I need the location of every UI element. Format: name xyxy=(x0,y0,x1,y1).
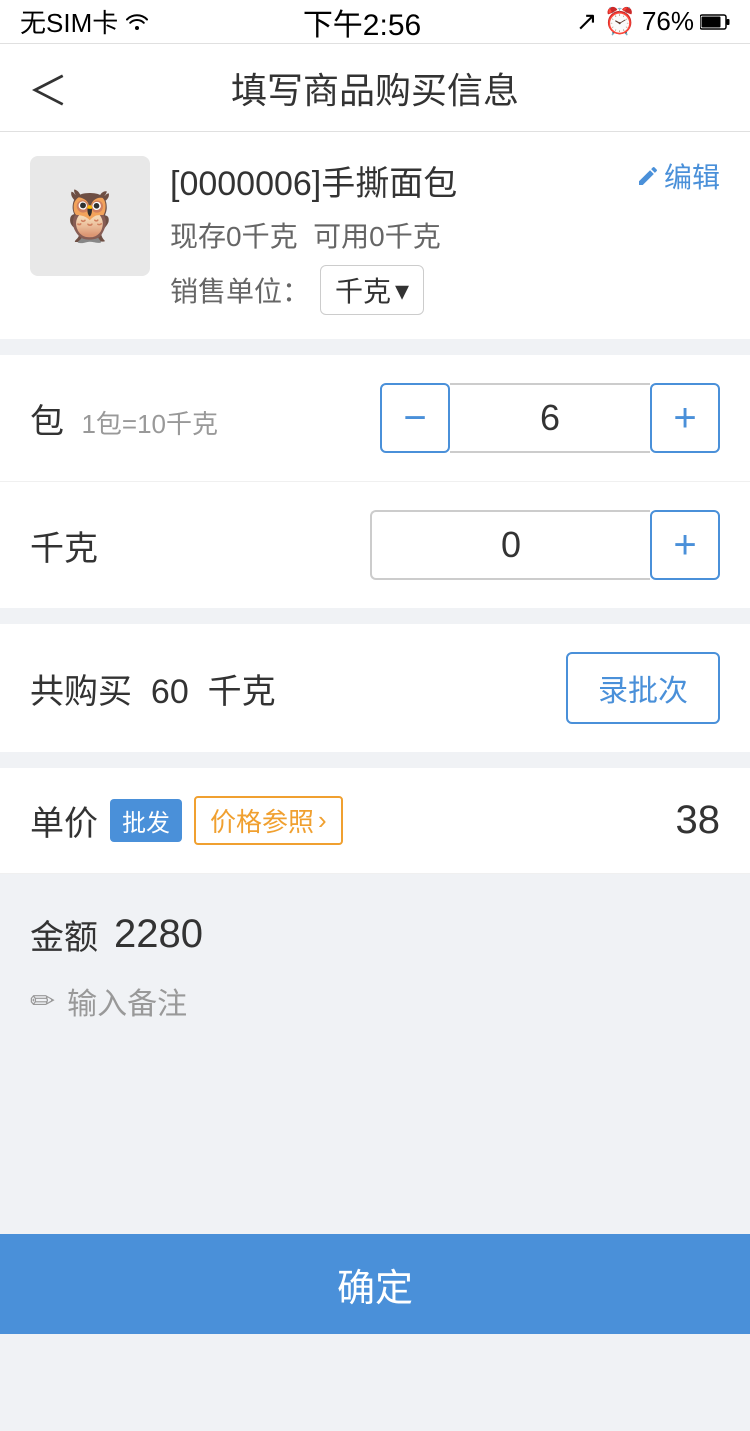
summary-text: 共购买 60 千克 xyxy=(30,664,276,713)
package-qty-control: − + xyxy=(380,383,720,453)
package-plus-button[interactable]: + xyxy=(650,383,720,453)
amount-section: 金额 2280 ✏ 输入备注 xyxy=(0,882,750,1051)
package-label: 包 1包=10千克 xyxy=(30,394,380,443)
status-bar: 无SIM卡 下午2:56 ↗ ⏰ 76% xyxy=(0,0,750,44)
chevron-down-icon: ▾ xyxy=(395,274,409,307)
status-right: ↗ ⏰ 76% xyxy=(576,6,730,37)
quantity-section: 包 1包=10千克 − + 千克 + xyxy=(0,355,750,608)
batch-tag: 批发 xyxy=(110,799,182,842)
amount-row: 金额 2280 xyxy=(30,910,720,959)
status-carrier: 无SIM卡 xyxy=(20,3,148,40)
price-label: 单价 批发 价格参照 › xyxy=(30,796,676,845)
page-title: 填写商品购买信息 xyxy=(231,62,519,114)
battery-icon xyxy=(700,14,730,30)
product-info: [0000006]手撕面包 编辑 现存0千克 可用0千克 销售单位： 千克 ▾ xyxy=(170,156,720,315)
confirm-button[interactable]: 确定 xyxy=(0,1234,750,1334)
price-section: 单价 批发 价格参照 › 38 xyxy=(0,768,750,874)
product-name: [0000006]手撕面包 xyxy=(170,156,636,205)
summary-section: 共购买 60 千克 录批次 xyxy=(0,624,750,752)
edit-icon xyxy=(636,164,660,188)
back-button[interactable]: ＜ xyxy=(28,59,68,117)
wifi-icon xyxy=(126,14,148,30)
amount-value: 2280 xyxy=(114,912,203,957)
kg-label: 千克 xyxy=(30,521,370,570)
location-icon: ↗ xyxy=(576,6,598,37)
price-ref-button[interactable]: 价格参照 › xyxy=(194,796,343,845)
total-qty: 60 xyxy=(151,673,189,711)
carrier-text: 无SIM卡 xyxy=(20,3,118,40)
package-hint: 1包=10千克 xyxy=(81,409,218,439)
kg-row: 千克 + xyxy=(0,482,750,608)
remark-placeholder: 输入备注 xyxy=(67,979,187,1023)
product-unit-row: 销售单位： 千克 ▾ xyxy=(170,265,720,315)
package-qty-input[interactable] xyxy=(450,383,650,453)
batch-button[interactable]: 录批次 xyxy=(566,652,720,724)
chevron-right-icon: › xyxy=(318,805,327,836)
battery-text: 76% xyxy=(642,6,694,37)
product-thumbnail: 🦉 xyxy=(30,156,150,276)
kg-plus-button[interactable]: + xyxy=(650,510,720,580)
product-thumb-icon: 🦉 xyxy=(59,187,121,246)
edit-button[interactable]: 编辑 xyxy=(636,156,720,196)
nav-bar: ＜ 填写商品购买信息 xyxy=(0,44,750,132)
alarm-icon: ⏰ xyxy=(604,6,636,37)
product-card: 🦉 [0000006]手撕面包 编辑 现存0千克 可用0千克 销售单位： 千克 … xyxy=(0,132,750,339)
product-stock: 现存0千克 可用0千克 xyxy=(170,215,720,255)
price-row: 单价 批发 价格参照 › 38 xyxy=(0,768,750,874)
amount-label: 金额 xyxy=(30,910,98,959)
price-value: 38 xyxy=(676,798,721,843)
pencil-icon: ✏ xyxy=(30,984,55,1019)
package-row: 包 1包=10千克 − + xyxy=(0,355,750,482)
kg-qty-control: + xyxy=(370,510,720,580)
package-minus-button[interactable]: − xyxy=(380,383,450,453)
kg-qty-input[interactable] xyxy=(370,510,650,580)
remark-row[interactable]: ✏ 输入备注 xyxy=(30,979,720,1023)
status-time: 下午2:56 xyxy=(303,0,421,44)
unit-select[interactable]: 千克 ▾ xyxy=(320,265,424,315)
